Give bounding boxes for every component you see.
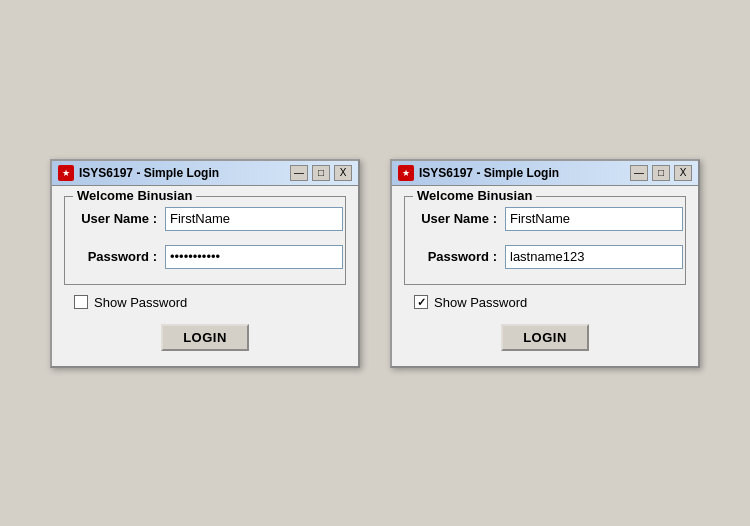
password-label-right: Password : xyxy=(417,249,497,264)
main-container: ISYS6197 - Simple Login — □ X Welcome Bi… xyxy=(30,139,720,388)
button-row-right: LOGIN xyxy=(404,324,686,351)
close-button-right[interactable]: X xyxy=(674,165,692,181)
app-icon-left xyxy=(58,165,74,181)
checkbox-container-left[interactable]: Show Password xyxy=(74,295,187,310)
window-body-right: Welcome Binusian User Name : Password : … xyxy=(392,186,698,366)
password-input-left[interactable] xyxy=(165,245,343,269)
username-label-left: User Name : xyxy=(77,211,157,226)
title-bar-right: ISYS6197 - Simple Login — □ X xyxy=(392,161,698,186)
close-button-left[interactable]: X xyxy=(334,165,352,181)
minimize-button-right[interactable]: — xyxy=(630,165,648,181)
group-box-right: Welcome Binusian User Name : Password : xyxy=(404,196,686,285)
username-input-left[interactable] xyxy=(165,207,343,231)
show-password-row-right: Show Password xyxy=(404,295,686,310)
username-row-left: User Name : xyxy=(77,207,333,231)
window-controls-left: — □ X xyxy=(290,165,352,181)
title-text-left: ISYS6197 - Simple Login xyxy=(79,166,285,180)
username-row-right: User Name : xyxy=(417,207,673,231)
show-password-label-left: Show Password xyxy=(94,295,187,310)
group-title-left: Welcome Binusian xyxy=(73,188,196,203)
title-bar-left: ISYS6197 - Simple Login — □ X xyxy=(52,161,358,186)
restore-button-left[interactable]: □ xyxy=(312,165,330,181)
group-title-right: Welcome Binusian xyxy=(413,188,536,203)
restore-button-right[interactable]: □ xyxy=(652,165,670,181)
login-button-right[interactable]: LOGIN xyxy=(501,324,589,351)
password-input-right[interactable] xyxy=(505,245,683,269)
window-body-left: Welcome Binusian User Name : Password : … xyxy=(52,186,358,366)
password-row-right: Password : xyxy=(417,245,673,269)
show-password-row-left: Show Password xyxy=(64,295,346,310)
checkbox-container-right[interactable]: Show Password xyxy=(414,295,527,310)
window-controls-right: — □ X xyxy=(630,165,692,181)
button-row-left: LOGIN xyxy=(64,324,346,351)
login-button-left[interactable]: LOGIN xyxy=(161,324,249,351)
show-password-label-right: Show Password xyxy=(434,295,527,310)
show-password-checkbox-left[interactable] xyxy=(74,295,88,309)
minimize-button-left[interactable]: — xyxy=(290,165,308,181)
username-label-right: User Name : xyxy=(417,211,497,226)
group-box-left: Welcome Binusian User Name : Password : xyxy=(64,196,346,285)
password-row-left: Password : xyxy=(77,245,333,269)
app-icon-right xyxy=(398,165,414,181)
title-text-right: ISYS6197 - Simple Login xyxy=(419,166,625,180)
password-label-left: Password : xyxy=(77,249,157,264)
show-password-checkbox-right[interactable] xyxy=(414,295,428,309)
window-right: ISYS6197 - Simple Login — □ X Welcome Bi… xyxy=(390,159,700,368)
username-input-right[interactable] xyxy=(505,207,683,231)
window-left: ISYS6197 - Simple Login — □ X Welcome Bi… xyxy=(50,159,360,368)
